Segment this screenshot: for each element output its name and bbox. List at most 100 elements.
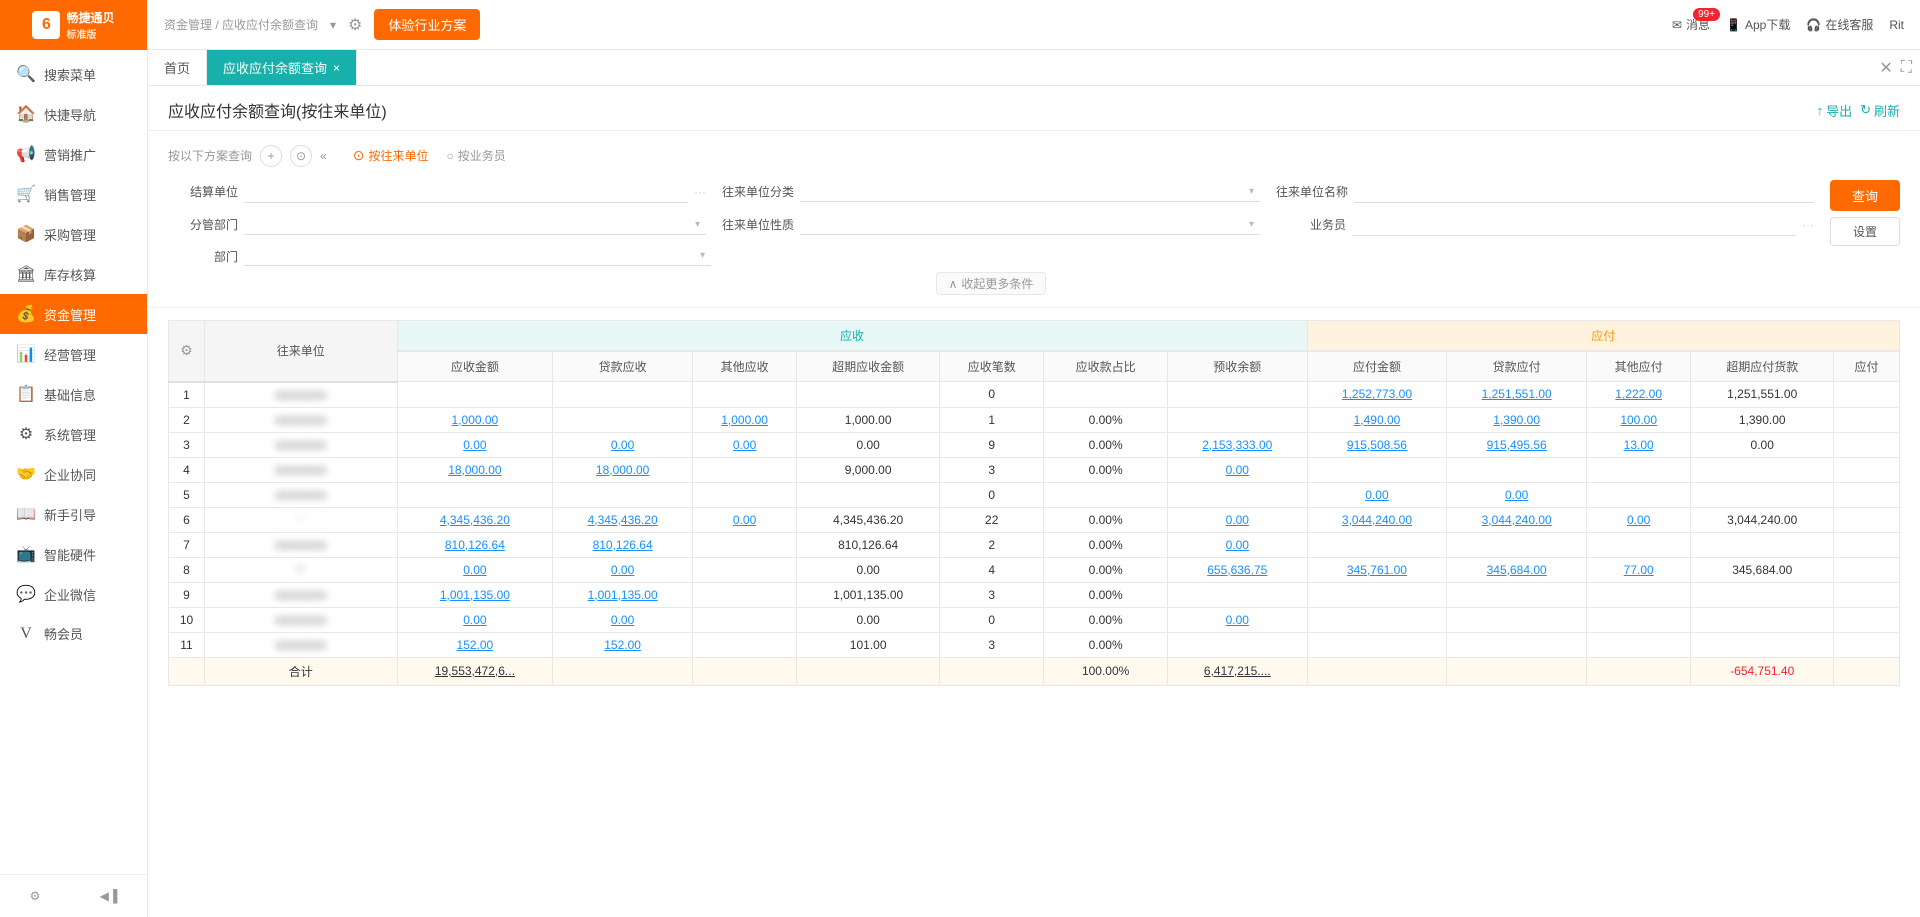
cell-link[interactable]: 810,126.64 <box>445 538 505 552</box>
sidebar-item-inventory[interactable]: 🏛 库存核算 <box>0 254 147 294</box>
cell-link[interactable]: 1,222.00 <box>1615 387 1662 401</box>
salesman-ellipsis-icon[interactable]: ··· <box>1802 218 1814 232</box>
sidebar-item-member[interactable]: V 畅会员 <box>0 614 147 653</box>
filter-add-button[interactable]: + <box>260 145 282 167</box>
dept-manage-select[interactable]: ▾ <box>244 215 706 235</box>
filter-scheme-salesman[interactable]: ○ 按业务员 <box>446 147 505 164</box>
tab-receivable[interactable]: 应收应付余额查询 × <box>207 50 357 85</box>
footer-rec-prepay[interactable]: 6,417,215.... <box>1167 657 1307 685</box>
sidebar-item-basic[interactable]: 📋 基础信息 <box>0 374 147 414</box>
cell-link[interactable]: 1,251,551.00 <box>1482 387 1552 401</box>
settlement-input[interactable] <box>244 180 688 203</box>
settings-button[interactable]: 设置 <box>1830 217 1900 246</box>
sidebar-item-system[interactable]: ⚙ 系统管理 <box>0 414 147 454</box>
cell-link[interactable]: 345,761.00 <box>1347 563 1407 577</box>
cell-link[interactable]: 2,153,333.00 <box>1202 438 1272 452</box>
message-button[interactable]: ✉ 消息 99+ <box>1672 16 1710 33</box>
sidebar-item-management[interactable]: 📊 经营管理 <box>0 334 147 374</box>
tab-close-icon[interactable]: × <box>333 61 340 75</box>
salesman-input[interactable] <box>1352 213 1796 236</box>
cell-link[interactable]: 13.00 <box>1624 438 1654 452</box>
collapse-button[interactable]: ∧ 收起更多条件 <box>936 272 1047 295</box>
sidebar-item-guide[interactable]: 📖 新手引导 <box>0 494 147 534</box>
cell-link[interactable]: 77.00 <box>1624 563 1654 577</box>
cell-link[interactable]: 0.00 <box>611 563 634 577</box>
cell-link[interactable]: 4,345,436.20 <box>588 513 658 527</box>
export-button[interactable]: ↑ 导出 <box>1817 101 1853 120</box>
row-pay-tail <box>1834 557 1900 582</box>
cell-link[interactable]: 0.00 <box>1627 513 1650 527</box>
row-pay-amount <box>1307 457 1447 482</box>
cell-link[interactable]: 0.00 <box>1226 538 1249 552</box>
solution-button[interactable]: 体验行业方案 <box>374 9 480 40</box>
user-menu[interactable]: Rit <box>1889 18 1904 32</box>
footer-rec-amount[interactable]: 19,553,472,6... <box>397 657 553 685</box>
filter-collapse-button[interactable]: « <box>320 149 327 163</box>
sidebar-item-marketing[interactable]: 📢 营销推广 <box>0 134 147 174</box>
cell-link[interactable]: 810,126.64 <box>593 538 653 552</box>
sidebar-item-finance[interactable]: 💰 资金管理 <box>0 294 147 334</box>
cell-link[interactable]: 915,495.56 <box>1487 438 1547 452</box>
breadcrumb-dropdown-icon[interactable]: ▾ <box>330 18 336 32</box>
cell-link[interactable]: 0.00 <box>611 613 634 627</box>
cell-link[interactable]: 3,044,240.00 <box>1482 513 1552 527</box>
row-pay-other <box>1587 582 1691 607</box>
cell-link[interactable]: 152.00 <box>457 638 494 652</box>
cell-link[interactable]: 655,636.75 <box>1207 563 1267 577</box>
sidebar-item-wechat[interactable]: 💬 企业微信 <box>0 574 147 614</box>
sidebar-item-search[interactable]: 🔍 搜索菜单 <box>0 54 147 94</box>
cell-link[interactable]: 1,000.00 <box>452 413 499 427</box>
cell-link[interactable]: 1,001,135.00 <box>588 588 658 602</box>
sidebar-item-purchase[interactable]: 📦 采购管理 <box>0 214 147 254</box>
cell-link[interactable]: 1,001,135.00 <box>440 588 510 602</box>
cell-link[interactable]: 0.00 <box>1226 463 1249 477</box>
tab-close-all-icon[interactable]: ✕ <box>1879 58 1892 78</box>
row-rec-loan <box>553 482 693 507</box>
cell-link[interactable]: 345,684.00 <box>1487 563 1547 577</box>
refresh-button[interactable]: ↻ 刷新 <box>1860 101 1900 120</box>
cell-link[interactable]: 915,508.56 <box>1347 438 1407 452</box>
sidebar-item-nav[interactable]: 🏠 快捷导航 <box>0 94 147 134</box>
app-download-button[interactable]: 📱 App下载 <box>1726 16 1790 33</box>
partner-name-input[interactable] <box>1354 180 1814 203</box>
cell-link[interactable]: 0.00 <box>611 438 634 452</box>
cell-link[interactable]: 0.00 <box>733 438 756 452</box>
cell-link[interactable]: 0.00 <box>463 438 486 452</box>
partner-nature-select[interactable]: ▾ <box>800 215 1260 235</box>
dept-select[interactable]: ▾ <box>244 246 711 266</box>
online-service-button[interactable]: 🎧 在线客服 <box>1806 16 1873 33</box>
sidebar-item-sales[interactable]: 🛒 销售管理 <box>0 174 147 214</box>
cell-link[interactable]: 18,000.00 <box>596 463 649 477</box>
partner-category-select[interactable]: ▾ <box>800 182 1260 202</box>
header-right: ✉ 消息 99+ 📱 App下载 🎧 在线客服 Rit <box>1672 16 1904 33</box>
cell-link[interactable]: 0.00 <box>463 563 486 577</box>
cell-link[interactable]: 0.00 <box>1226 513 1249 527</box>
cell-link[interactable]: 0.00 <box>1226 613 1249 627</box>
sidebar-item-collab[interactable]: 🤝 企业协同 <box>0 454 147 494</box>
sidebar-settings-btn[interactable]: ⚙ <box>20 883 51 909</box>
cell-link[interactable]: 1,000.00 <box>721 413 768 427</box>
cell-link[interactable]: 0.00 <box>1365 488 1388 502</box>
filter-scheme-settings[interactable]: ⊙ <box>290 145 312 167</box>
cell-link[interactable]: 1,252,773.00 <box>1342 387 1412 401</box>
cell-link[interactable]: 1,490.00 <box>1354 413 1401 427</box>
cell-link[interactable]: 4,345,436.20 <box>440 513 510 527</box>
sidebar-collapse-btn[interactable]: ◀▐ <box>90 883 128 909</box>
table-settings-icon[interactable]: ⚙ <box>180 342 193 358</box>
cell-link[interactable]: 3,044,240.00 <box>1342 513 1412 527</box>
filter-scheme-partner[interactable]: ⊙ 按往来单位 <box>343 143 439 168</box>
cell-link[interactable]: 152.00 <box>604 638 641 652</box>
tab-expand-icon[interactable]: ⛶ <box>1901 59 1912 77</box>
cell-link[interactable]: 0.00 <box>1505 488 1528 502</box>
settlement-ellipsis-icon[interactable]: ··· <box>694 185 706 199</box>
query-button[interactable]: 查询 <box>1830 180 1900 211</box>
cell-link[interactable]: 0.00 <box>733 513 756 527</box>
tab-home[interactable]: 首页 <box>148 50 207 85</box>
cell-link[interactable]: 18,000.00 <box>448 463 501 477</box>
sidebar-item-hardware[interactable]: 📺 智能硬件 <box>0 534 147 574</box>
cell-link[interactable]: 0.00 <box>463 613 486 627</box>
cell-link[interactable]: 100.00 <box>1620 413 1657 427</box>
cell-link[interactable]: 1,390.00 <box>1493 413 1540 427</box>
row-rec-other <box>692 607 796 632</box>
header-gear-icon[interactable]: ⚙ <box>348 15 362 35</box>
